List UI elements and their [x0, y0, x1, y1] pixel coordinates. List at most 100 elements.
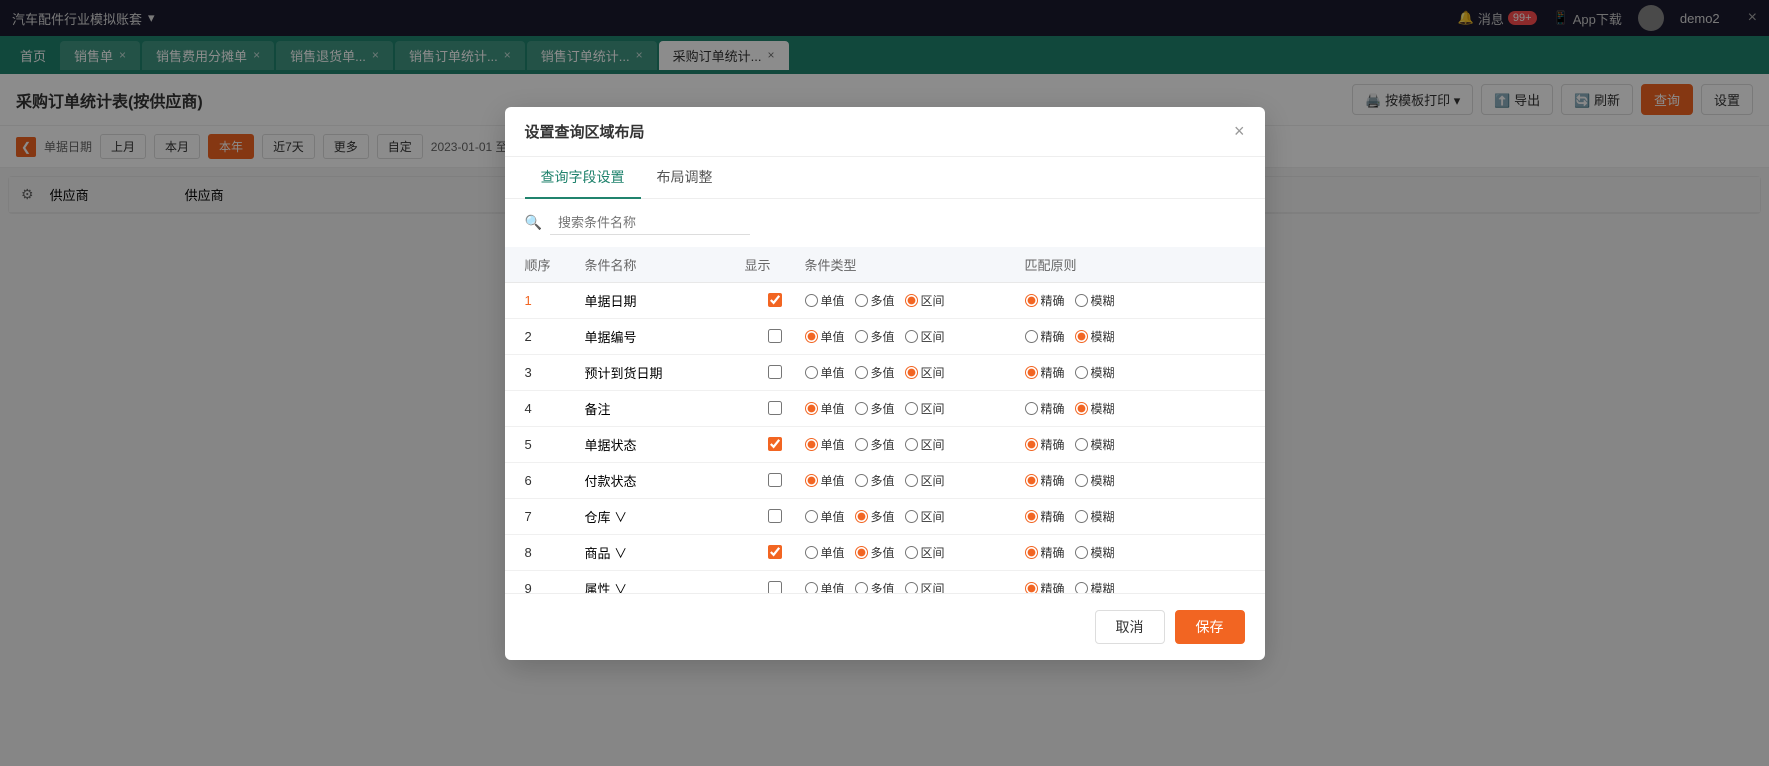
row-display-checkbox[interactable]: [745, 581, 805, 593]
radio-single[interactable]: 单值: [805, 364, 845, 381]
save-btn[interactable]: 保存: [1175, 610, 1245, 644]
radio-fuzzy[interactable]: 模糊: [1075, 328, 1115, 345]
table-row: 3 预计到货日期 单值 多值 区间 精确 模糊: [505, 355, 1265, 391]
radio-multi[interactable]: 多值: [855, 328, 895, 345]
row-match-rule: 精确 模糊: [1025, 580, 1225, 593]
radio-range[interactable]: 区间: [905, 292, 945, 309]
radio-fuzzy[interactable]: 模糊: [1075, 292, 1115, 309]
row-index: 9: [525, 581, 585, 593]
row-index: 6: [525, 473, 585, 488]
col-match-rule: 匹配原则: [1025, 255, 1225, 274]
radio-single[interactable]: 单值: [805, 328, 845, 345]
radio-multi[interactable]: 多值: [855, 364, 895, 381]
dialog-table-body: 1 单据日期 单值 多值 区间 精确 模糊 2: [505, 283, 1265, 593]
radio-range[interactable]: 区间: [905, 328, 945, 345]
row-index: 7: [525, 509, 585, 524]
table-row: 4 备注 单值 多值 区间 精确 模糊: [505, 391, 1265, 427]
radio-single[interactable]: 单值: [805, 472, 845, 489]
tab-query-fields[interactable]: 查询字段设置: [525, 157, 641, 199]
row-display-checkbox[interactable]: [745, 293, 805, 307]
radio-exact[interactable]: 精确: [1025, 580, 1065, 593]
radio-fuzzy[interactable]: 模糊: [1075, 364, 1115, 381]
radio-exact[interactable]: 精确: [1025, 508, 1065, 525]
row-index: 1: [525, 293, 585, 308]
row-index: 8: [525, 545, 585, 560]
radio-exact[interactable]: 精确: [1025, 436, 1065, 453]
radio-range[interactable]: 区间: [905, 472, 945, 489]
row-name: 仓库 ∨: [585, 507, 745, 526]
row-cond-type: 单值 多值 区间: [805, 472, 1025, 489]
row-display-checkbox[interactable]: [745, 509, 805, 523]
dialog-tabs: 查询字段设置 布局调整: [505, 157, 1265, 199]
row-match-rule: 精确 模糊: [1025, 436, 1225, 453]
col-display: 显示: [745, 255, 805, 274]
col-name: 条件名称: [585, 255, 745, 274]
radio-fuzzy[interactable]: 模糊: [1075, 544, 1115, 561]
dialog-close-btn[interactable]: ×: [1234, 122, 1245, 140]
row-display-checkbox[interactable]: [745, 545, 805, 559]
cancel-btn[interactable]: 取消: [1095, 610, 1165, 644]
dialog-overlay: 设置查询区域布局 × 查询字段设置 布局调整 🔍 顺序 条件名称 显示 条件类型…: [0, 0, 1769, 766]
row-match-rule: 精确 模糊: [1025, 328, 1225, 345]
radio-range[interactable]: 区间: [905, 544, 945, 561]
radio-range[interactable]: 区间: [905, 580, 945, 593]
radio-single[interactable]: 单值: [805, 544, 845, 561]
radio-fuzzy[interactable]: 模糊: [1075, 436, 1115, 453]
row-name: 单据编号: [585, 327, 745, 346]
radio-fuzzy[interactable]: 模糊: [1075, 400, 1115, 417]
radio-fuzzy[interactable]: 模糊: [1075, 580, 1115, 593]
row-display-checkbox[interactable]: [745, 365, 805, 379]
row-cond-type: 单值 多值 区间: [805, 508, 1025, 525]
row-display-checkbox[interactable]: [745, 473, 805, 487]
settings-dialog: 设置查询区域布局 × 查询字段设置 布局调整 🔍 顺序 条件名称 显示 条件类型…: [505, 107, 1265, 660]
radio-range[interactable]: 区间: [905, 508, 945, 525]
radio-fuzzy[interactable]: 模糊: [1075, 472, 1115, 489]
row-match-rule: 精确 模糊: [1025, 364, 1225, 381]
row-match-rule: 精确 模糊: [1025, 400, 1225, 417]
row-match-rule: 精确 模糊: [1025, 472, 1225, 489]
radio-exact[interactable]: 精确: [1025, 472, 1065, 489]
row-match-rule: 精确 模糊: [1025, 508, 1225, 525]
row-cond-type: 单值 多值 区间: [805, 544, 1025, 561]
table-row: 6 付款状态 单值 多值 区间 精确 模糊: [505, 463, 1265, 499]
dialog-table-header: 顺序 条件名称 显示 条件类型 匹配原则: [505, 247, 1265, 283]
search-input[interactable]: [550, 211, 750, 235]
radio-single[interactable]: 单值: [805, 400, 845, 417]
row-display-checkbox[interactable]: [745, 329, 805, 343]
row-name: 预计到货日期: [585, 363, 745, 382]
radio-multi[interactable]: 多值: [855, 400, 895, 417]
radio-multi[interactable]: 多值: [855, 580, 895, 593]
radio-single[interactable]: 单值: [805, 508, 845, 525]
tab-layout-adjust[interactable]: 布局调整: [641, 157, 729, 199]
radio-multi[interactable]: 多值: [855, 472, 895, 489]
radio-exact[interactable]: 精确: [1025, 544, 1065, 561]
row-display-checkbox[interactable]: [745, 437, 805, 451]
row-cond-type: 单值 多值 区间: [805, 328, 1025, 345]
radio-multi[interactable]: 多值: [855, 292, 895, 309]
radio-single[interactable]: 单值: [805, 436, 845, 453]
dialog-search-area: 🔍: [505, 199, 1265, 247]
radio-fuzzy[interactable]: 模糊: [1075, 508, 1115, 525]
row-cond-type: 单值 多值 区间: [805, 436, 1025, 453]
table-row: 9 属性 ∨ 单值 多值 区间 精确 模糊: [505, 571, 1265, 593]
radio-exact[interactable]: 精确: [1025, 292, 1065, 309]
radio-multi[interactable]: 多值: [855, 544, 895, 561]
row-cond-type: 单值 多值 区间: [805, 292, 1025, 309]
radio-exact[interactable]: 精确: [1025, 400, 1065, 417]
radio-range[interactable]: 区间: [905, 364, 945, 381]
radio-multi[interactable]: 多值: [855, 508, 895, 525]
radio-range[interactable]: 区间: [905, 400, 945, 417]
row-index: 5: [525, 437, 585, 452]
row-cond-type: 单值 多值 区间: [805, 364, 1025, 381]
radio-range[interactable]: 区间: [905, 436, 945, 453]
row-display-checkbox[interactable]: [745, 401, 805, 415]
radio-single[interactable]: 单值: [805, 292, 845, 309]
col-cond-type: 条件类型: [805, 255, 1025, 274]
radio-multi[interactable]: 多值: [855, 436, 895, 453]
row-index: 3: [525, 365, 585, 380]
radio-exact[interactable]: 精确: [1025, 364, 1065, 381]
radio-single[interactable]: 单值: [805, 580, 845, 593]
row-match-rule: 精确 模糊: [1025, 544, 1225, 561]
radio-exact[interactable]: 精确: [1025, 328, 1065, 345]
row-index: 4: [525, 401, 585, 416]
